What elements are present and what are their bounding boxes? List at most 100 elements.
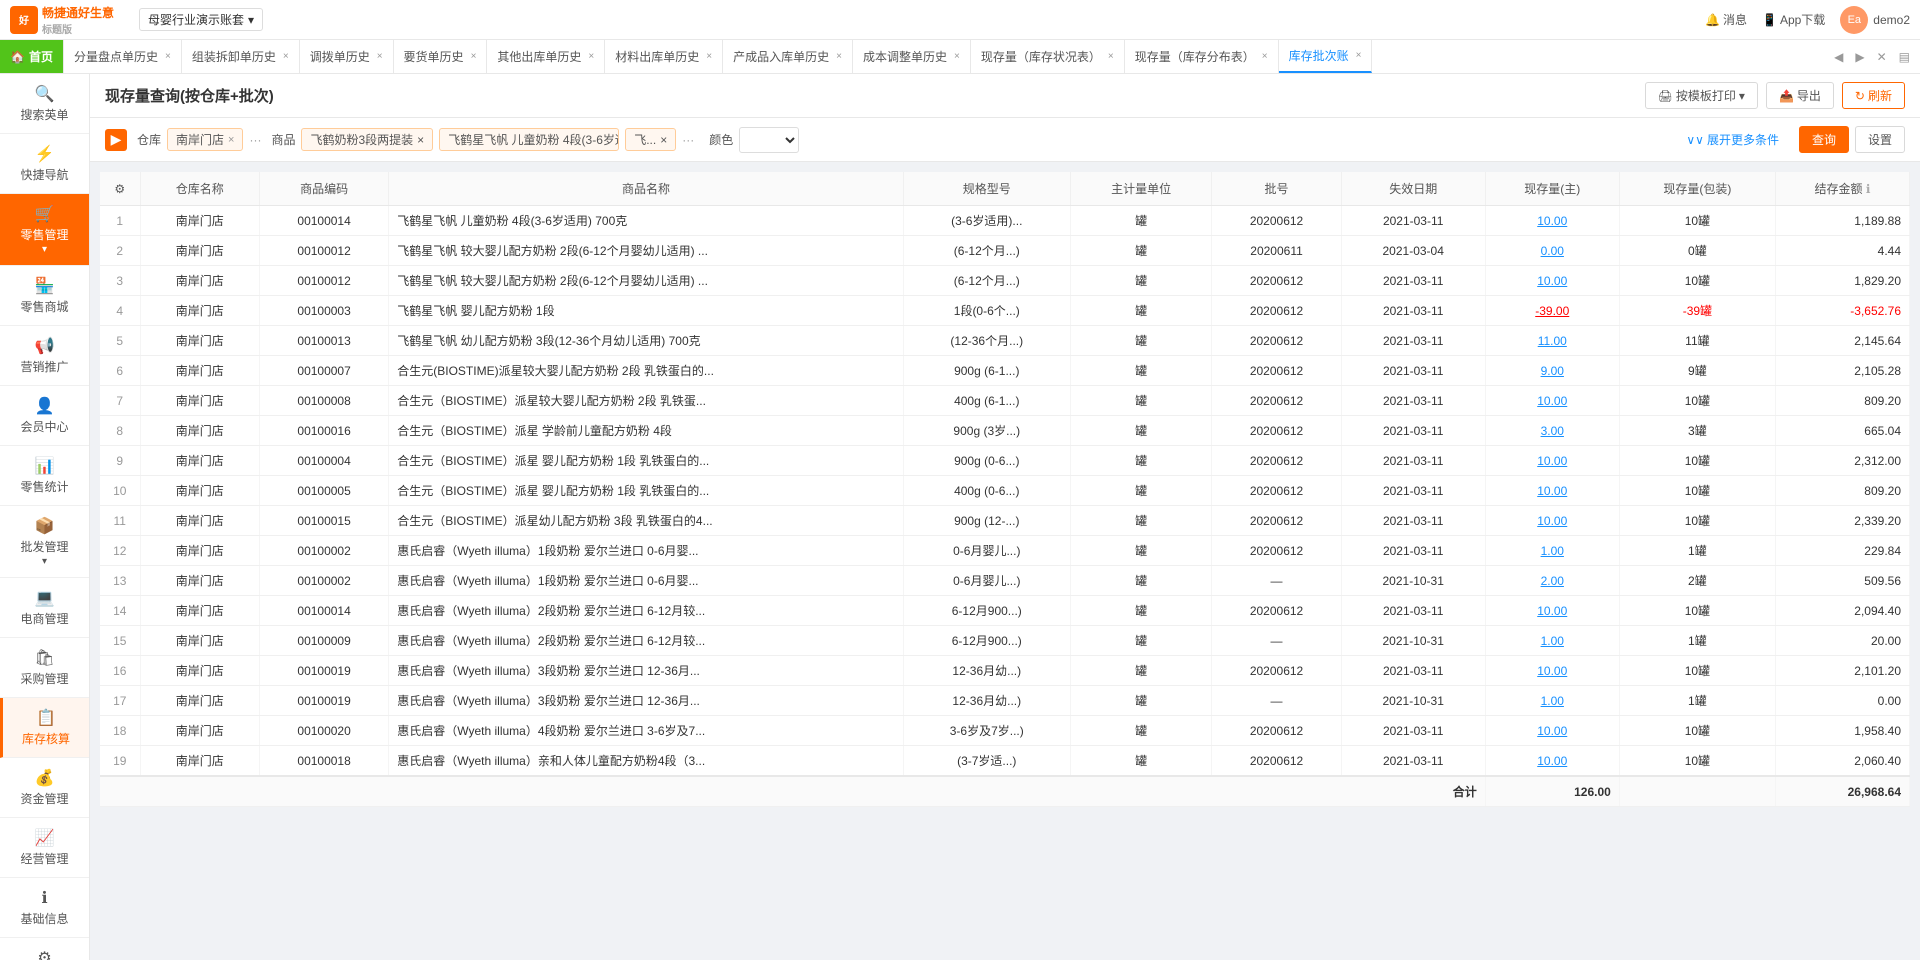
product-more-icon[interactable]: ··· [682,133,694,147]
row-qty-main[interactable]: 3.00 [1485,416,1619,446]
row-qty-main[interactable]: 1.00 [1485,686,1619,716]
close-icon[interactable]: × [588,51,594,62]
tab-menu-icon[interactable]: ▤ [1894,48,1915,66]
row-num: 4 [100,296,140,326]
sidebar-item-ops[interactable]: 📈 经营管理 [0,818,89,878]
tab-zuchai[interactable]: 组装拆卸单历史 × [182,40,300,73]
app-download-btn[interactable]: 📱 App下载 [1762,11,1825,28]
row-batch: 20200612 [1212,716,1341,746]
tab-cailiao[interactable]: 材料出库单历史 × [605,40,723,73]
tab-home[interactable]: 🏠 首页 [0,40,64,73]
color-select[interactable] [739,127,799,153]
row-unit: 罐 [1070,206,1211,236]
row-amount: 509.56 [1775,566,1909,596]
sidebar-item-marketing[interactable]: 📢 营销推广 [0,326,89,386]
sidebar-item-inventory[interactable]: 📋 库存核算 [0,698,89,758]
tab-xiancun2[interactable]: 现存量（库存分布表） × [1125,40,1279,73]
row-warehouse: 南岸门店 [140,206,259,236]
row-qty-main[interactable]: 10.00 [1485,656,1619,686]
row-qty-main[interactable]: 2.00 [1485,566,1619,596]
sidebar-item-wholesale[interactable]: 📦 批发管理 ▾ [0,506,89,578]
warehouse-more-icon[interactable]: ··· [249,133,261,147]
close-icon[interactable]: × [1108,51,1114,62]
close-icon[interactable]: × [706,51,712,62]
refresh-btn[interactable]: ↻ 刷新 [1842,82,1905,109]
row-qty-main[interactable]: 9.00 [1485,356,1619,386]
row-qty-main[interactable]: 10.00 [1485,206,1619,236]
close-icon[interactable]: × [954,51,960,62]
col-settings[interactable]: ⚙ [100,172,140,206]
close-icon[interactable]: × [283,51,289,62]
expand-filter-btn[interactable]: ∨∨ 展开更多条件 [1686,131,1779,148]
settings-btn[interactable]: 设置 [1855,126,1905,153]
download-icon: 📱 [1762,13,1777,27]
tab-qitachu[interactable]: 其他出库单历史 × [487,40,605,73]
user-area[interactable]: Ea demo2 [1840,6,1910,34]
row-qty-main[interactable]: 1.00 [1485,536,1619,566]
tab-next-icon[interactable]: ▶ [1850,48,1869,66]
tab-kucunpi[interactable]: 库存批次账 × [1279,40,1373,73]
table-row: 11 南岸门店 00100015 合生元（BIOSTIME）派星幼儿配方奶粉 3… [100,506,1910,536]
tab-chengben[interactable]: 成本调整单历史 × [853,40,971,73]
row-num: 12 [100,536,140,566]
col-qty-main: 现存量(主) [1485,172,1619,206]
sidebar-item-purchase[interactable]: 🛍 采购管理 [0,638,89,698]
tab-chanpin[interactable]: 产成品入库单历史 × [723,40,853,73]
export-btn[interactable]: 📤 导出 [1766,82,1834,109]
warehouse-tag[interactable]: 南岸门店 × [167,128,243,151]
query-btn[interactable]: 查询 [1799,126,1849,153]
filter-toggle-btn[interactable]: ▶ [105,129,127,151]
sidebar-item-member-label: 会员中心 [5,418,84,435]
tab-yaohuo[interactable]: 要货单历史 × [394,40,488,73]
product-tag-1[interactable]: 飞鹤奶粉3段两提装 × [301,128,433,151]
row-qty-main[interactable]: 10.00 [1485,506,1619,536]
sidebar-item-search[interactable]: 🔍 搜索英单 [0,74,89,134]
sidebar-item-quicknav[interactable]: ⚡ 快捷导航 [0,134,89,194]
close-icon[interactable]: × [165,51,171,62]
tab-tiaobo[interactable]: 调拨单历史 × [300,40,394,73]
row-qty-main[interactable]: 10.00 [1485,716,1619,746]
close-icon[interactable]: × [836,51,842,62]
close-icon[interactable]: × [1262,51,1268,62]
message-btn[interactable]: 🔔 消息 [1705,11,1747,28]
sidebar-item-member[interactable]: 👤 会员中心 [0,386,89,446]
table-row: 18 南岸门店 00100020 惠氏启睿（Wyeth illuma）4段奶粉 … [100,716,1910,746]
row-qty-main[interactable]: 11.00 [1485,326,1619,356]
sidebar-item-retailshop[interactable]: 🏪 零售商城 [0,266,89,326]
tab-fenpan[interactable]: 分量盘点单历史 × [64,40,182,73]
row-qty-main[interactable]: 1.00 [1485,626,1619,656]
close-icon[interactable]: × [377,51,383,62]
product-tag-2[interactable]: 飞鹤星飞帆 儿童奶粉 4段(3-6岁适用) 700克 × [439,128,619,151]
product-1-close-icon[interactable]: × [417,133,424,147]
tab-prev-icon[interactable]: ◀ [1829,48,1848,66]
sidebar-item-system[interactable]: ⚙ 系统管理 [0,938,89,960]
row-qty-main[interactable]: 10.00 [1485,386,1619,416]
logo-tag: 标题版 [42,21,114,36]
row-qty-main[interactable]: 10.00 [1485,596,1619,626]
tab-xiancun1[interactable]: 现存量（库存状况表） × [971,40,1125,73]
row-qty-main[interactable]: 10.00 [1485,746,1619,777]
account-selector[interactable]: 母婴行业演示账套 ▾ [139,8,263,31]
row-qty-main[interactable]: 10.00 [1485,476,1619,506]
sidebar-item-ecommerce[interactable]: 💻 电商管理 [0,578,89,638]
row-expire: 2021-10-31 [1341,566,1485,596]
account-name: 母婴行业演示账套 [148,11,244,28]
product-3-close-icon[interactable]: × [660,133,667,147]
sidebar-item-basic[interactable]: ℹ 基础信息 [0,878,89,938]
tab-close-icon[interactable]: ✕ [1872,48,1892,66]
close-icon[interactable]: × [471,51,477,62]
row-qty-main[interactable]: 10.00 [1485,446,1619,476]
print-btn[interactable]: 🖨 按模板打印 ▾ [1645,82,1758,109]
sidebar-item-retail[interactable]: 🛒 零售管理 ▾ [0,194,89,266]
row-num: 13 [100,566,140,596]
settings-gear-icon[interactable]: ⚙ [114,182,125,196]
product-tag-3[interactable]: 飞... × [625,128,676,151]
warehouse-close-icon[interactable]: × [228,134,234,146]
sidebar-item-finance[interactable]: 💰 资金管理 [0,758,89,818]
row-qty-main[interactable]: 0.00 [1485,236,1619,266]
tab-xiancun2-label: 现存量（库存分布表） [1135,48,1255,65]
row-qty-main[interactable]: 10.00 [1485,266,1619,296]
row-qty-main[interactable]: -39.00 [1485,296,1619,326]
close-icon[interactable]: × [1356,50,1362,61]
sidebar-item-retailstat[interactable]: 📊 零售统计 [0,446,89,506]
